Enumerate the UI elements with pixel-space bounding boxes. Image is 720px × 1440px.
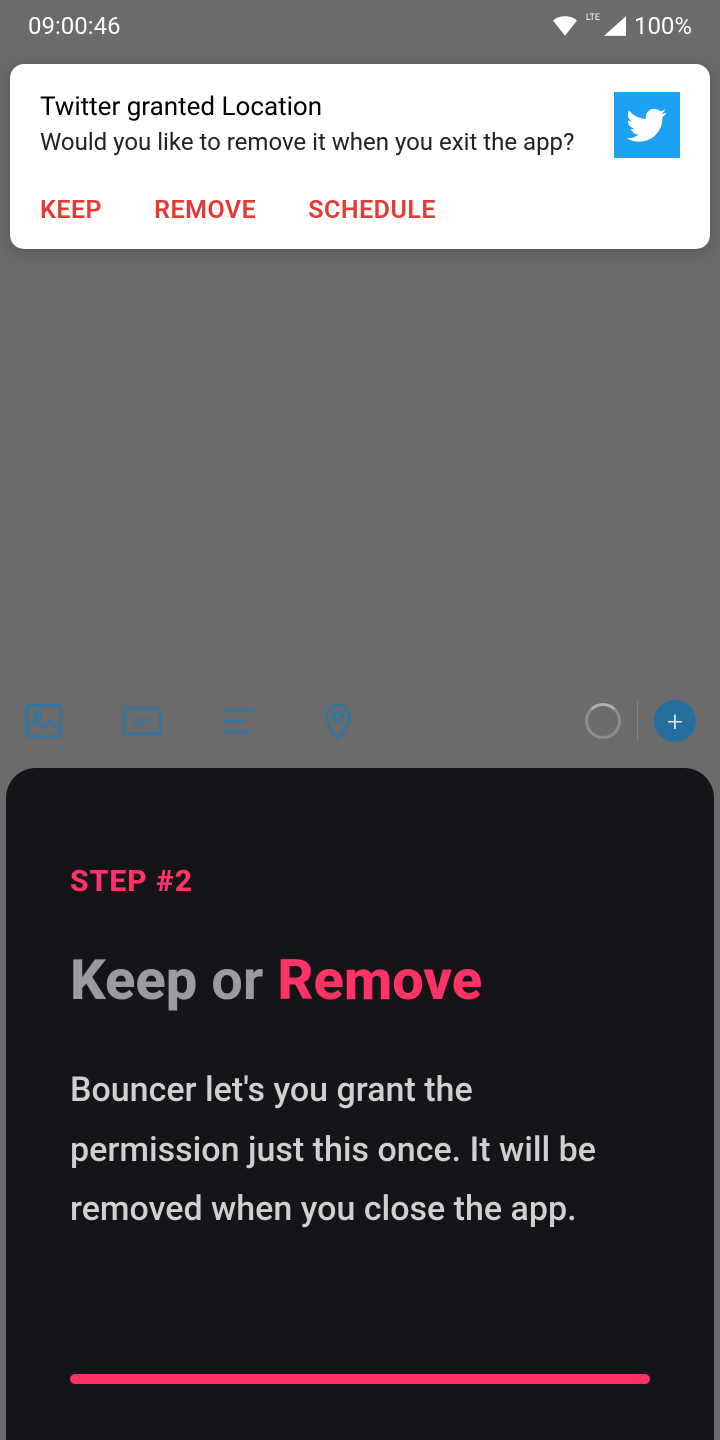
status-bar: 09:00:46 LTE 100% (0, 0, 720, 52)
location-icon[interactable] (318, 703, 358, 739)
gif-icon[interactable]: GIF (122, 703, 162, 739)
sheet-title: Keep or Remove (70, 947, 650, 1013)
poll-icon[interactable] (220, 703, 260, 739)
sheet-body: Bouncer let's you grant the permission j… (70, 1061, 650, 1240)
battery-text: 100% (634, 12, 692, 40)
add-tweet-button[interactable]: + (654, 700, 696, 742)
permission-notification: Twitter granted Location Would you like … (10, 64, 710, 249)
wifi-icon (552, 16, 578, 36)
step-label: STEP #2 (70, 864, 650, 899)
status-right: LTE 100% (552, 12, 692, 40)
progress-indicator[interactable] (70, 1374, 650, 1384)
keep-button[interactable]: KEEP (40, 196, 102, 225)
twitter-icon (614, 92, 680, 158)
signal-icon: LTE (586, 16, 626, 36)
compose-toolbar: GIF + (0, 690, 720, 752)
char-count-icon (585, 703, 621, 739)
divider (637, 701, 638, 741)
photo-icon[interactable] (24, 703, 64, 739)
notification-title: Twitter granted Location (40, 92, 614, 122)
svg-text:GIF: GIF (132, 716, 152, 731)
status-time: 09:00:46 (28, 12, 121, 40)
schedule-button[interactable]: SCHEDULE (308, 196, 436, 225)
notification-subtitle: Would you like to remove it when you exi… (40, 128, 614, 156)
onboarding-sheet: STEP #2 Keep or Remove Bouncer let's you… (6, 768, 714, 1440)
remove-button[interactable]: REMOVE (154, 196, 256, 225)
